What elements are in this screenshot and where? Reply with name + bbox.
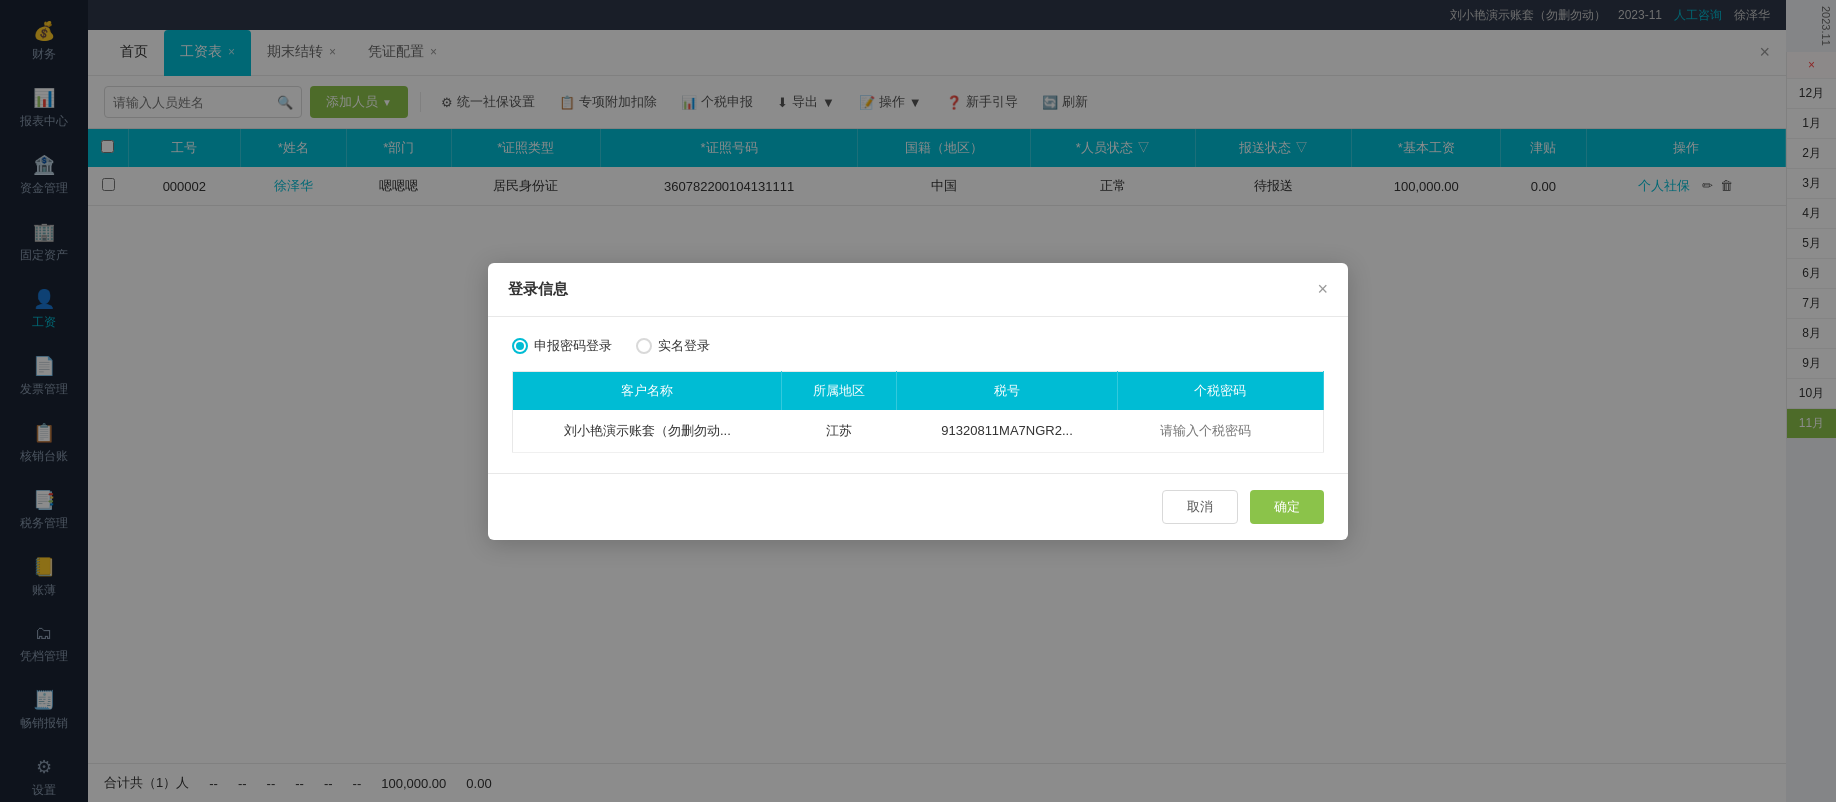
confirm-button[interactable]: 确定 <box>1250 490 1324 524</box>
modal-close-button[interactable]: × <box>1317 279 1328 300</box>
radio-realname-label: 实名登录 <box>658 337 710 355</box>
modal-footer: 取消 确定 <box>488 473 1348 540</box>
radio-password-login[interactable]: 申报密码登录 <box>512 337 612 355</box>
inner-cell-tax-id: 91320811MA7NGR2... <box>897 410 1118 453</box>
radio-circle-password <box>512 338 528 354</box>
cancel-button[interactable]: 取消 <box>1162 490 1238 524</box>
modal-overlay: 登录信息 × 申报密码登录 实名登录 <box>0 0 1836 802</box>
radio-realname-login[interactable]: 实名登录 <box>636 337 710 355</box>
inner-cell-tax-password[interactable] <box>1117 410 1323 453</box>
login-info-table: 客户名称 所属地区 税号 个税密码 刘小艳演示账套（勿删勿动... 江苏 913… <box>512 371 1324 453</box>
modal-title: 登录信息 <box>508 280 568 299</box>
inner-cell-customer: 刘小艳演示账套（勿删勿动... <box>513 410 782 453</box>
modal-header: 登录信息 × <box>488 263 1348 317</box>
radio-password-label: 申报密码登录 <box>534 337 612 355</box>
inner-th-customer: 客户名称 <box>513 371 782 410</box>
login-type-radio-group: 申报密码登录 实名登录 <box>512 337 1324 355</box>
login-info-modal: 登录信息 × 申报密码登录 实名登录 <box>488 263 1348 540</box>
modal-body: 申报密码登录 实名登录 客户名称 所属地区 税号 个税密码 <box>488 317 1348 473</box>
inner-cell-region: 江苏 <box>782 410 897 453</box>
inner-th-tax-id: 税号 <box>897 371 1118 410</box>
inner-table-row: 刘小艳演示账套（勿删勿动... 江苏 91320811MA7NGR2... <box>513 410 1324 453</box>
radio-circle-realname <box>636 338 652 354</box>
inner-th-tax-password: 个税密码 <box>1117 371 1323 410</box>
inner-th-region: 所属地区 <box>782 371 897 410</box>
tax-password-input[interactable] <box>1160 423 1280 438</box>
